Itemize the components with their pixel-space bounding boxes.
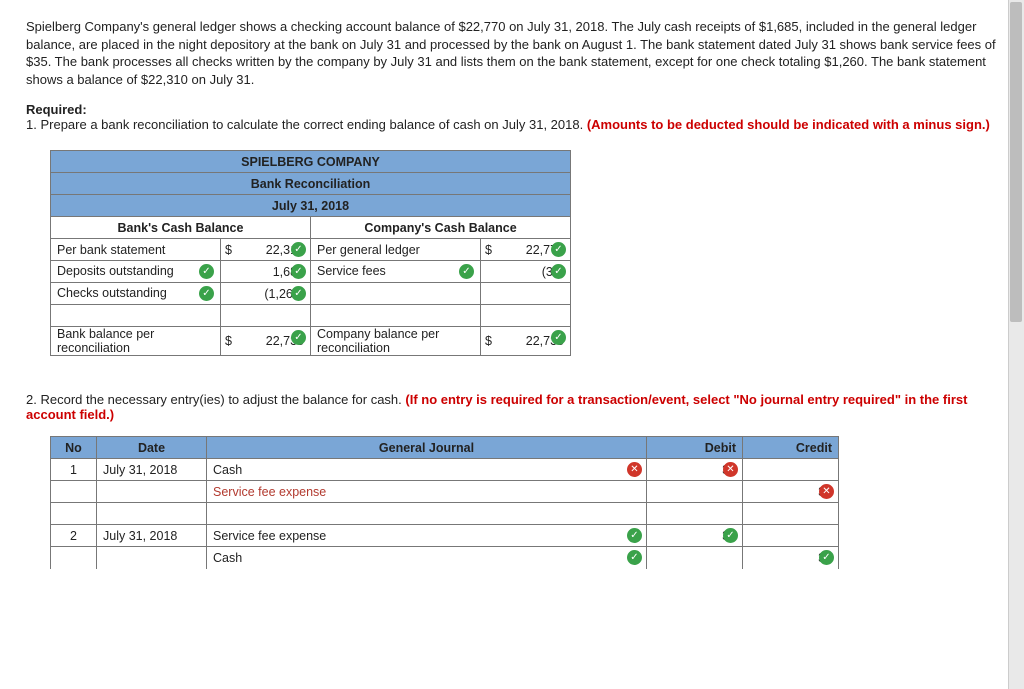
recon-company: SPIELBERG COMPANY: [51, 151, 571, 173]
journal-row: 2 July 31, 2018 Service fee expense ✓ 35…: [51, 525, 839, 547]
checks-label[interactable]: Checks outstanding ✓: [51, 283, 221, 305]
problem-text: Spielberg Company's general ledger shows…: [26, 18, 998, 88]
cross-icon: ✕: [627, 462, 642, 477]
account-cell[interactable]: Cash ✕: [207, 459, 647, 481]
credit-cell[interactable]: [743, 459, 839, 481]
checks-amount[interactable]: (1,260) ✓: [221, 283, 311, 305]
journal-row: Service fee expense 35 ✕: [51, 481, 839, 503]
company-balance-per-recon-amount: $22,735 ✓: [481, 327, 571, 356]
bank-balance-per-recon-label: Bank balance per reconciliation: [51, 327, 221, 356]
entry-no: 2: [51, 525, 97, 547]
journal-table: No Date General Journal Debit Credit 1 J…: [50, 436, 839, 569]
company-blank-row[interactable]: [311, 283, 481, 305]
per-bank-amount[interactable]: $22,310 ✓: [221, 239, 311, 261]
bank-balance-per-recon-amount: $22,735 ✓: [221, 327, 311, 356]
account-cell[interactable]: Service fee expense ✓: [207, 525, 647, 547]
company-blank-amount[interactable]: [481, 283, 571, 305]
journal-row: Cash ✓ 35 ✓: [51, 547, 839, 569]
recon-date: July 31, 2018: [51, 195, 571, 217]
per-ledger-label[interactable]: Per general ledger: [311, 239, 481, 261]
account-cell[interactable]: Cash ✓: [207, 547, 647, 569]
req2-text: Record the necessary entry(ies) to adjus…: [40, 392, 405, 407]
col-debit-header: Debit: [647, 437, 743, 459]
service-label[interactable]: Service fees ✓: [311, 261, 481, 283]
journal-row: [51, 503, 839, 525]
check-icon: ✓: [459, 264, 474, 279]
req1-num: 1.: [26, 117, 40, 132]
deposits-label[interactable]: Deposits outstanding ✓: [51, 261, 221, 283]
debit-cell[interactable]: [647, 547, 743, 569]
credit-cell[interactable]: 35 ✓: [743, 547, 839, 569]
debit-cell[interactable]: 35 ✕: [647, 459, 743, 481]
col-date-header: Date: [97, 437, 207, 459]
requirement-2: 2. Record the necessary entry(ies) to ad…: [26, 392, 998, 422]
company-balance-header: Company's Cash Balance: [311, 217, 571, 239]
company-balance-per-recon-label: Company balance per reconciliation: [311, 327, 481, 356]
credit-cell[interactable]: 35 ✕: [743, 481, 839, 503]
required-block: Required: 1. Prepare a bank reconciliati…: [26, 102, 998, 132]
account-cell[interactable]: Service fee expense: [207, 481, 647, 503]
required-label: Required:: [26, 102, 998, 117]
entry-no: 1: [51, 459, 97, 481]
check-icon: ✓: [199, 286, 214, 301]
req2-num: 2.: [26, 392, 40, 407]
requirement-1: 1. Prepare a bank reconciliation to calc…: [26, 117, 998, 132]
col-no-header: No: [51, 437, 97, 459]
scrollbar-thumb[interactable]: [1010, 2, 1022, 322]
service-amount[interactable]: (35) ✓: [481, 261, 571, 283]
check-icon: ✓: [199, 264, 214, 279]
per-bank-label[interactable]: Per bank statement: [51, 239, 221, 261]
check-icon: ✓: [627, 550, 642, 565]
credit-cell[interactable]: [743, 525, 839, 547]
check-icon: ✓: [627, 528, 642, 543]
col-general-header: General Journal: [207, 437, 647, 459]
entry-date[interactable]: July 31, 2018: [97, 525, 207, 547]
reconciliation-table: SPIELBERG COMPANY Bank Reconciliation Ju…: [50, 150, 571, 356]
journal-row: 1 July 31, 2018 Cash ✕ 35 ✕: [51, 459, 839, 481]
recon-title: Bank Reconciliation: [51, 173, 571, 195]
bank-balance-header: Bank's Cash Balance: [51, 217, 311, 239]
entry-date[interactable]: July 31, 2018: [97, 459, 207, 481]
debit-cell[interactable]: [647, 481, 743, 503]
req1-red: (Amounts to be deducted should be indica…: [587, 117, 990, 132]
scrollbar-track[interactable]: [1008, 0, 1024, 689]
per-ledger-amount[interactable]: $22,770 ✓: [481, 239, 571, 261]
deposits-amount[interactable]: 1,685 ✓: [221, 261, 311, 283]
debit-cell[interactable]: 35 ✓: [647, 525, 743, 547]
req1-text: Prepare a bank reconciliation to calcula…: [40, 117, 586, 132]
col-credit-header: Credit: [743, 437, 839, 459]
